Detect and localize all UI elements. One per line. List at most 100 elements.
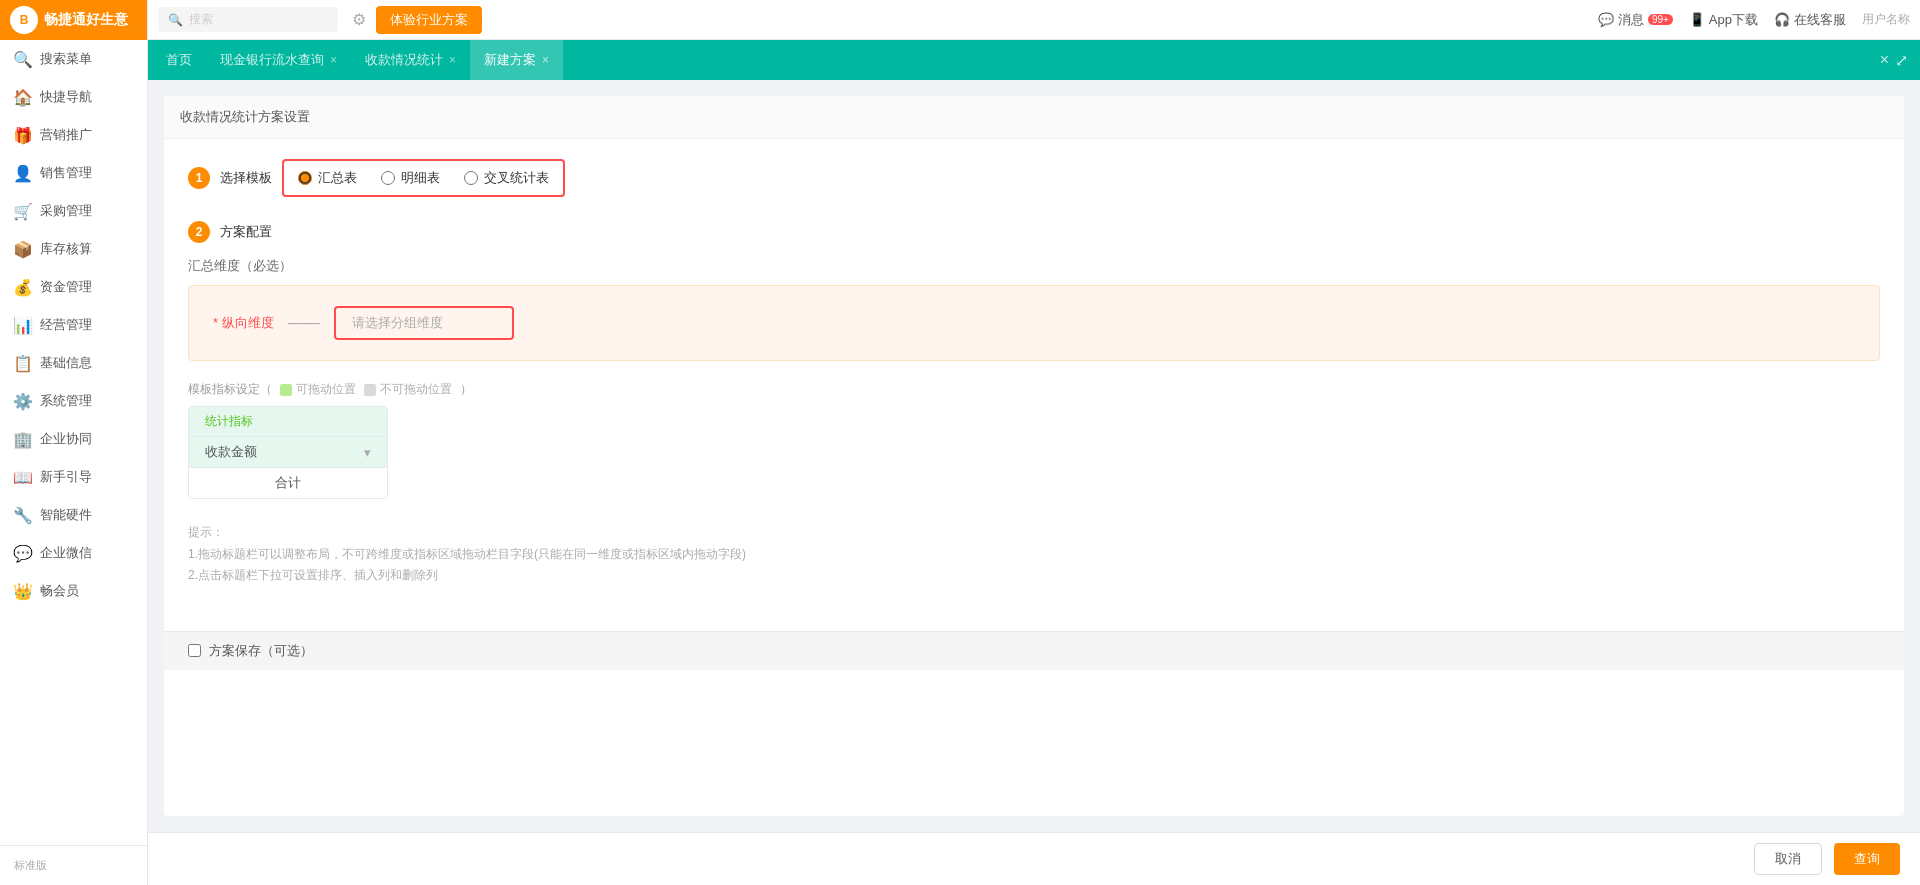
non-draggable-dot <box>364 384 376 396</box>
sidebar-item-label: 搜索菜单 <box>40 50 92 68</box>
settings-panel: 收款情况统计方案设置 1 选择模板 汇总表 <box>164 96 1904 816</box>
sidebar-item-label: 资金管理 <box>40 278 92 296</box>
sidebar-item-label: 快捷导航 <box>40 88 92 106</box>
operation-icon: 📊 <box>14 316 32 334</box>
template-option-summary[interactable]: 汇总表 <box>298 169 357 187</box>
sidebar-item-label: 营销推广 <box>40 126 92 144</box>
main-area: 🔍 搜索 ⚙ 体验行业方案 💬 消息 99+ 📱 App下载 🎧 在线客服 用户… <box>148 0 1920 885</box>
template-radio-summary[interactable] <box>298 171 312 185</box>
template-summary-label: 汇总表 <box>318 169 357 187</box>
inventory-icon: 📦 <box>14 240 32 258</box>
topbar-search[interactable]: 🔍 搜索 <box>158 7 338 32</box>
logo-text: 畅捷通好生意 <box>44 11 128 29</box>
sidebar-item-label: 智能硬件 <box>40 506 92 524</box>
message-icon: 💬 <box>1598 12 1614 27</box>
sidebar-item-basic-info[interactable]: 📋 基础信息 <box>0 344 147 382</box>
logo-icon: B <box>10 6 38 34</box>
industry-btn[interactable]: 体验行业方案 <box>376 6 482 34</box>
sidebar-item-capital[interactable]: 💰 资金管理 <box>0 268 147 306</box>
column-dropdown-icon[interactable]: ▾ <box>364 445 371 460</box>
tab-receipt-stats[interactable]: 收款情况统计 × <box>351 40 470 80</box>
wechat-icon: 💬 <box>14 544 32 562</box>
topbar: 🔍 搜索 ⚙ 体验行业方案 💬 消息 99+ 📱 App下载 🎧 在线客服 用户… <box>148 0 1920 40</box>
download-icon: 📱 <box>1689 12 1705 27</box>
template-options: 汇总表 明细表 交叉统计表 <box>282 159 565 197</box>
indicator-table-header: 统计指标 <box>189 407 387 437</box>
sidebar-item-wechat[interactable]: 💬 企业微信 <box>0 534 147 572</box>
gear-icon[interactable]: ⚙ <box>352 10 366 29</box>
sidebar-item-sales[interactable]: 👤 销售管理 <box>0 154 147 192</box>
indicator-section-close: ） <box>460 381 472 398</box>
tab-new-plan-close[interactable]: × <box>542 53 549 67</box>
step1-section: 1 选择模板 汇总表 明细表 <box>188 159 1880 197</box>
enterprise-icon: 🏢 <box>14 430 32 448</box>
indicator-section: 模板指标设定（ 可拖动位置 不可拖动位置 ） <box>188 381 1880 502</box>
non-draggable-hint: 不可拖动位置 <box>364 381 452 398</box>
tab-home-label: 首页 <box>166 51 192 69</box>
sidebar-bottom: 标准版 <box>0 845 147 885</box>
dimension-area: 纵向维度 —— 请选择分组维度 <box>188 285 1880 361</box>
user-name: 用户名称 <box>1862 11 1910 28</box>
query-button[interactable]: 查询 <box>1834 843 1900 875</box>
sidebar-item-operation[interactable]: 📊 经营管理 <box>0 306 147 344</box>
dimension-placeholder: 请选择分组维度 <box>352 315 443 330</box>
sidebar-item-label: 经营管理 <box>40 316 92 334</box>
tips-line1: 1.拖动标题栏可以调整布局，不可跨维度或指标区域拖动栏目字段(只能在同一维度或指… <box>188 547 746 561</box>
sidebar-item-enterprise[interactable]: 🏢 企业协同 <box>0 420 147 458</box>
sidebar: B 畅捷通好生意 🔍 搜索菜单 🏠 快捷导航 🎁 营销推广 👤 销售管理 🛒 采… <box>0 0 148 885</box>
expand-window-btn[interactable]: ⤢ <box>1895 51 1908 70</box>
indicator-table: 统计指标 收款金额 ▾ 合计 <box>188 406 388 499</box>
sidebar-item-smart-hw[interactable]: 🔧 智能硬件 <box>0 496 147 534</box>
sidebar-item-marketing[interactable]: 🎁 营销推广 <box>0 116 147 154</box>
topbar-search-icon: 🔍 <box>168 13 183 27</box>
draggable-hint: 可拖动位置 <box>280 381 356 398</box>
indicator-column-cell[interactable]: 收款金额 ▾ <box>189 437 387 468</box>
tabbar-actions: × ⤢ <box>1880 51 1916 70</box>
step1-title: 选择模板 <box>220 169 272 187</box>
settings-body: 1 选择模板 汇总表 明细表 <box>164 139 1904 631</box>
row-label: 合计 <box>275 475 301 490</box>
tab-receipt-stats-label: 收款情况统计 <box>365 51 443 69</box>
draggable-dot <box>280 384 292 396</box>
tab-new-plan[interactable]: 新建方案 × <box>470 40 563 80</box>
template-cross-label: 交叉统计表 <box>484 169 549 187</box>
close-window-btn[interactable]: × <box>1880 51 1889 69</box>
sidebar-item-label: 销售管理 <box>40 164 92 182</box>
sidebar-item-quick-nav[interactable]: 🏠 快捷导航 <box>0 78 147 116</box>
topbar-right: 💬 消息 99+ 📱 App下载 🎧 在线客服 用户名称 <box>1598 11 1910 29</box>
sidebar-item-search-menu[interactable]: 🔍 搜索菜单 <box>0 40 147 78</box>
sidebar-item-purchase[interactable]: 🛒 采购管理 <box>0 192 147 230</box>
service-btn[interactable]: 🎧 在线客服 <box>1774 11 1846 29</box>
template-option-detail[interactable]: 明细表 <box>381 169 440 187</box>
dimension-select[interactable]: 请选择分组维度 <box>334 306 514 340</box>
sidebar-item-system[interactable]: ⚙️ 系统管理 <box>0 382 147 420</box>
dimension-row: 纵向维度 —— 请选择分组维度 <box>213 306 1855 340</box>
bottom-action-bar: 取消 查询 <box>148 832 1920 885</box>
template-option-cross[interactable]: 交叉统计表 <box>464 169 549 187</box>
step2-section: 2 方案配置 汇总维度（必选） 纵向维度 —— 请选择分组维度 <box>188 221 1880 587</box>
step2-badge: 2 <box>188 221 210 243</box>
tab-home[interactable]: 首页 <box>152 40 206 80</box>
tab-bank-flow-label: 现金银行流水查询 <box>220 51 324 69</box>
template-radio-cross[interactable] <box>464 171 478 185</box>
service-label: 在线客服 <box>1794 11 1846 29</box>
indicator-table-header-label: 统计指标 <box>205 413 253 430</box>
sidebar-item-label: 基础信息 <box>40 354 92 372</box>
sidebar-item-member[interactable]: 👑 畅会员 <box>0 572 147 610</box>
save-label[interactable]: 方案保存（可选） <box>209 642 313 660</box>
tips-line2: 2.点击标题栏下拉可设置排序、插入列和删除列 <box>188 568 438 582</box>
sidebar-item-inventory[interactable]: 📦 库存核算 <box>0 230 147 268</box>
tab-receipt-stats-close[interactable]: × <box>449 53 456 67</box>
template-detail-label: 明细表 <box>401 169 440 187</box>
template-radio-detail[interactable] <box>381 171 395 185</box>
cancel-button[interactable]: 取消 <box>1754 843 1822 875</box>
message-btn[interactable]: 💬 消息 99+ <box>1598 11 1673 29</box>
sidebar-item-guide[interactable]: 📖 新手引导 <box>0 458 147 496</box>
smart-hw-icon: 🔧 <box>14 506 32 524</box>
member-icon: 👑 <box>14 582 32 600</box>
tab-bank-flow[interactable]: 现金银行流水查询 × <box>206 40 351 80</box>
tab-bank-flow-close[interactable]: × <box>330 53 337 67</box>
vertical-dimension-label: 纵向维度 <box>213 314 274 332</box>
download-btn[interactable]: 📱 App下载 <box>1689 11 1758 29</box>
save-checkbox[interactable] <box>188 644 201 657</box>
